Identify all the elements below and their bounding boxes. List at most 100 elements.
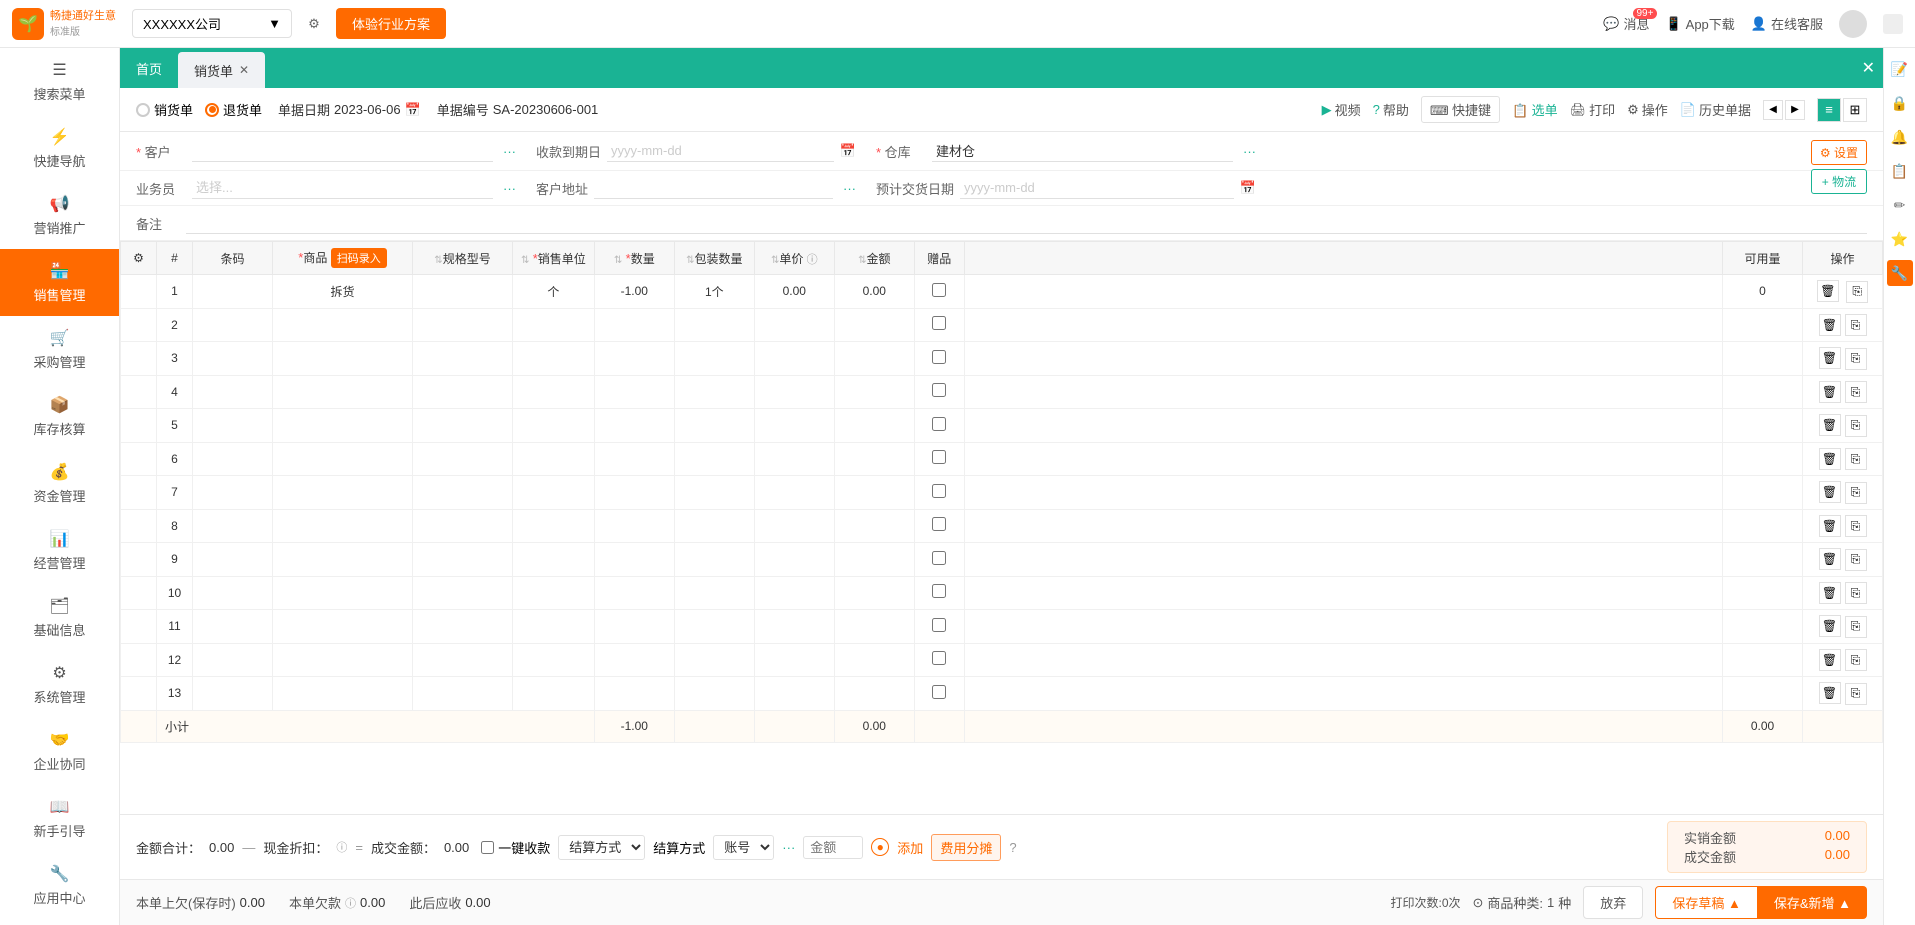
service-button[interactable]: 👤 在线客服 [1751, 14, 1823, 33]
gift-checkbox[interactable] [932, 584, 946, 598]
copy-row-button[interactable]: ⎘ [1845, 448, 1867, 470]
payment-calendar-icon[interactable]: 📅 [840, 143, 856, 159]
right-btn-5[interactable]: ✏ [1887, 192, 1913, 218]
row-price[interactable]: 0.00 [754, 275, 834, 309]
delete-row-button[interactable]: 🗑 [1819, 548, 1841, 570]
customer-addr-input[interactable] [594, 177, 833, 199]
unit-sort-icon[interactable]: ⇅ [521, 255, 529, 266]
right-btn-2[interactable]: 🔒 [1887, 90, 1913, 116]
warehouse-dots-icon[interactable]: ··· [1243, 144, 1256, 159]
spec-sort-icon[interactable]: ⇅ [434, 255, 442, 266]
gift-checkbox[interactable] [932, 450, 946, 464]
copy-row-button[interactable]: ⎘ [1845, 314, 1867, 336]
radio-sale-order[interactable]: 销货单 [136, 100, 193, 119]
tab-close-icon[interactable]: ✕ [239, 63, 249, 77]
gift-checkbox[interactable] [932, 651, 946, 665]
row-barcode[interactable] [193, 275, 273, 309]
sidebar-item-search[interactable]: ☰ 搜索菜单 [0, 48, 119, 115]
save-draft-button[interactable]: 保存草稿 ▲ [1655, 886, 1758, 919]
copy-row-button[interactable]: ⎘ [1846, 281, 1868, 303]
expected-calendar-icon[interactable]: 📅 [1240, 180, 1256, 196]
right-btn-3[interactable]: 🔔 [1887, 124, 1913, 150]
addr-dots-icon[interactable]: ··· [843, 181, 856, 196]
abandon-button[interactable]: 放弃 [1583, 886, 1643, 919]
payment-amount-input[interactable] [803, 836, 863, 859]
operate-action[interactable]: ⚙ 操作 [1627, 100, 1668, 119]
gift-checkbox[interactable] [932, 551, 946, 565]
delete-row-button[interactable]: 🗑 [1819, 515, 1841, 537]
staff-dots-icon[interactable]: ··· [503, 181, 516, 196]
gift-checkbox[interactable] [932, 350, 946, 364]
help-action[interactable]: ? 帮助 [1373, 100, 1409, 119]
tab-bar-close-icon[interactable]: ✕ [1862, 58, 1875, 78]
logistics-button[interactable]: + 物流 [1811, 169, 1867, 194]
gift-checkbox[interactable] [932, 517, 946, 531]
list-view-button[interactable]: ≡ [1817, 98, 1841, 122]
delete-row-button[interactable]: 🗑 [1819, 682, 1841, 704]
price-sort-icon[interactable]: ⇅ [771, 255, 779, 266]
gift-checkbox[interactable] [932, 484, 946, 498]
pkg-sort-icon[interactable]: ⇅ [686, 255, 694, 266]
right-btn-7[interactable]: 🔧 [1887, 260, 1913, 286]
delete-row-button[interactable]: 🗑 [1817, 280, 1839, 302]
avatar[interactable] [1839, 10, 1867, 38]
delete-row-button[interactable]: 🗑 [1819, 615, 1841, 637]
delete-row-button[interactable]: 🗑 [1819, 414, 1841, 436]
tab-home[interactable]: 首页 [120, 48, 178, 88]
sidebar-item-sales[interactable]: 🏪 销售管理 [0, 249, 119, 316]
delete-row-button[interactable]: 🗑 [1819, 481, 1841, 503]
sidebar-item-purchase[interactable]: 🛒 采购管理 [0, 316, 119, 383]
debt-info-icon[interactable]: ⓘ [345, 895, 356, 911]
copy-row-button[interactable]: ⎘ [1845, 415, 1867, 437]
copy-row-button[interactable]: ⎘ [1845, 582, 1867, 604]
user-settings[interactable] [1883, 14, 1903, 34]
company-selector[interactable]: XXXXXX公司 ▼ [132, 9, 292, 38]
payment-account-select[interactable]: 账号 [713, 835, 774, 860]
staff-input[interactable] [192, 177, 493, 199]
copy-row-button[interactable]: ⎘ [1845, 348, 1867, 370]
discount-info-icon[interactable]: ⓘ [336, 839, 347, 855]
tab-sales-order[interactable]: 销货单 ✕ [178, 52, 265, 88]
delete-row-button[interactable]: 🗑 [1819, 448, 1841, 470]
gift-checkbox[interactable] [932, 685, 946, 699]
payment-help-icon[interactable]: ? [1009, 840, 1016, 855]
save-new-button[interactable]: 保存&新增 ▲ [1758, 886, 1867, 919]
delete-row-button[interactable]: 🗑 [1819, 582, 1841, 604]
shortcut-button[interactable]: ⌨ 快捷键 [1421, 96, 1500, 123]
sidebar-item-base[interactable]: 🗂 基础信息 [0, 584, 119, 651]
copy-row-button[interactable]: ⎘ [1845, 482, 1867, 504]
right-btn-4[interactable]: 📋 [1887, 158, 1913, 184]
account-dots-icon[interactable]: ··· [782, 840, 795, 855]
nav-prev-button[interactable]: ◀ [1763, 100, 1783, 120]
right-btn-1[interactable]: 📝 [1887, 56, 1913, 82]
row-gift[interactable] [914, 275, 964, 309]
select-order-button[interactable]: 📋 选单 [1512, 100, 1558, 119]
message-button[interactable]: 💬 消息 99+ [1603, 14, 1649, 33]
history-action[interactable]: 📄 历史单据 [1680, 100, 1751, 119]
customer-dots-icon[interactable]: ··· [503, 144, 516, 159]
sidebar-item-wechat[interactable]: 💬 企业微信 [0, 919, 119, 925]
sidebar-item-collab[interactable]: 🤝 企业协同 [0, 718, 119, 785]
calendar-icon[interactable]: 📅 [405, 102, 421, 118]
notes-input[interactable] [186, 212, 1867, 234]
amount-sort-icon[interactable]: ⇅ [858, 255, 866, 266]
add-payment-button[interactable]: ● [871, 838, 889, 856]
one-click-payment[interactable]: 一键收款 [481, 838, 550, 857]
delete-row-button[interactable]: 🗑 [1819, 649, 1841, 671]
sidebar-item-system[interactable]: ⚙ 系统管理 [0, 651, 119, 718]
gift-checkbox[interactable] [932, 283, 946, 297]
settings-button[interactable]: ⚙ 设置 [1811, 140, 1867, 165]
gift-checkbox[interactable] [932, 417, 946, 431]
sidebar-item-apps[interactable]: 🔧 应用中心 [0, 852, 119, 919]
one-click-checkbox[interactable] [481, 841, 494, 854]
video-action[interactable]: ▶ 视频 [1322, 100, 1361, 119]
sidebar-item-finance[interactable]: 💰 资金管理 [0, 450, 119, 517]
radio-return-order[interactable]: 退货单 [205, 100, 262, 119]
app-download-button[interactable]: 📱 App下载 [1665, 14, 1734, 33]
sidebar-item-quick[interactable]: ⚡ 快捷导航 [0, 115, 119, 182]
sidebar-item-marketing[interactable]: 📢 营销推广 [0, 182, 119, 249]
customer-input[interactable] [192, 140, 493, 162]
copy-row-button[interactable]: ⎘ [1845, 649, 1867, 671]
copy-row-button[interactable]: ⎘ [1845, 683, 1867, 705]
cost-allocation-button[interactable]: 费用分摊 [931, 834, 1001, 861]
